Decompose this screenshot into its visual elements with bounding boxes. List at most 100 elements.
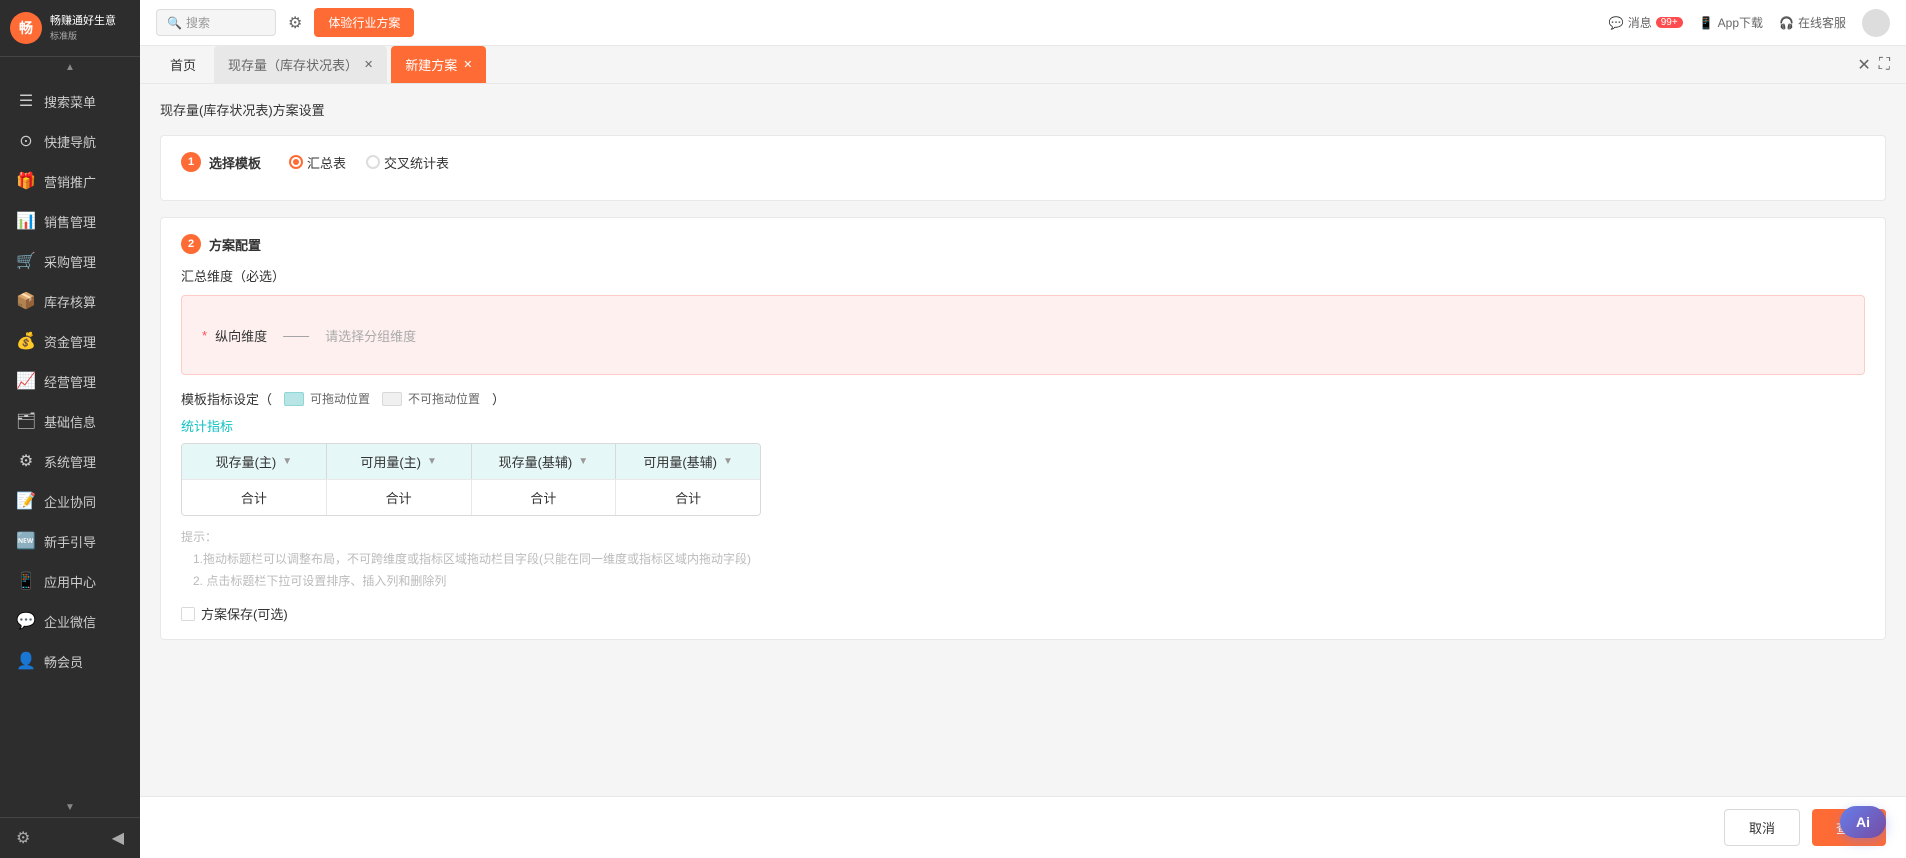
page-title: 现存量(库存状况表)方案设置 [160,100,1886,119]
sidebar-item-search[interactable]: ☰ 搜索菜单 [0,81,140,121]
cancel-button[interactable]: 取消 [1724,809,1800,846]
app-icon: 📱 [1699,16,1714,30]
tab-home[interactable]: 首页 [156,46,210,83]
sidebar: 畅 畅赚通好生意 标准版 ▲ ☰ 搜索菜单 ⊙ 快捷导航 🎁 营销推广 📊 销售… [0,0,140,858]
sidebar-item-shortcut[interactable]: ⊙ 快捷导航 [0,121,140,161]
marketing-icon: 🎁 [16,171,36,191]
service-icon: 🎧 [1779,16,1794,30]
sidebar-scroll-up[interactable]: ▲ [0,57,140,77]
sidebar-item-inventory[interactable]: 📦 库存核算 [0,281,140,321]
dimension-box[interactable]: * 纵向维度 —— 请选择分组维度 [181,295,1865,375]
section1-header: 1 选择模板 汇总表 交叉统计表 [181,152,1865,172]
sidebar-item-finance[interactable]: 💰 资金管理 [0,321,140,361]
trial-button[interactable]: 体验行业方案 [314,8,414,37]
settings-icon[interactable]: ⚙ [16,828,30,848]
finance-icon: 💰 [16,331,36,351]
sidebar-nav: ☰ 搜索菜单 ⊙ 快捷导航 🎁 营销推广 📊 销售管理 🛒 采购管理 📦 库存核… [0,77,140,797]
panel-close-button[interactable]: ✕ [1857,55,1870,75]
stats-cell-cur-aux: 合计 [472,480,617,515]
stats-cell-avail-aux: 合计 [616,480,760,515]
search-box[interactable]: 🔍 搜索 [156,9,276,36]
save-scheme-label: 方案保存(可选) [201,604,288,623]
sidebar-item-purchase[interactable]: 🛒 采购管理 [0,241,140,281]
sidebar-item-member[interactable]: 👤 畅会员 [0,641,140,681]
sidebar-footer: ⚙ ◀ [0,817,140,858]
member-icon: 👤 [16,651,36,671]
sidebar-item-operations[interactable]: 📈 经营管理 [0,361,140,401]
enterprise-icon: 📝 [16,491,36,511]
tips-box: 提示： 1.拖动标题栏可以调整布局，不可跨维度或指标区域拖动栏目字段(只能在同一… [181,528,1865,592]
topbar-gear-icon[interactable]: ⚙ [288,13,302,33]
section2-title: 方案配置 [209,235,261,254]
stats-col-cur-main[interactable]: 现存量(主) ▼ [182,444,327,479]
dim-section-label: 汇总维度（必选） [181,266,1865,285]
radio-summary-label: 汇总表 [307,153,346,172]
topbar: 🔍 搜索 ⚙ 体验行业方案 💬 消息 99+ 📱 App下载 🎧 在线客服 [140,0,1906,46]
inventory-icon: 📦 [16,291,36,311]
user-avatar[interactable] [1862,9,1890,37]
tab-inventory-status[interactable]: 现存量（库存状况表） ✕ [214,46,387,83]
dim-dash: —— [283,328,309,343]
legend-fixed-box [382,392,402,406]
sidebar-logo: 畅 畅赚通好生意 标准版 [0,0,140,57]
radio-cross[interactable]: 交叉统计表 [366,153,449,172]
stats-body-row: 合计 合计 合计 合计 [182,479,760,515]
section1-title: 选择模板 [209,153,261,172]
message-button[interactable]: 💬 消息 99+ [1609,14,1683,31]
stats-col-cur-aux[interactable]: 现存量(基辅) ▼ [472,444,617,479]
bottom-bar: 取消 查询 [140,796,1906,858]
tips-title: 提示： [181,528,1865,545]
legend-fixed: 不可拖动位置 [382,390,480,407]
sidebar-scroll-down[interactable]: ▼ [0,797,140,817]
sidebar-item-newguide[interactable]: 🆕 新手引导 [0,521,140,561]
dim-placeholder: 请选择分组维度 [325,326,416,345]
app-download-button[interactable]: 📱 App下载 [1699,14,1763,31]
tab-inventory-status-close[interactable]: ✕ [364,58,373,71]
indicators-label-close: ） [492,389,505,408]
save-scheme-checkbox[interactable] [181,607,195,621]
appcenter-icon: 📱 [16,571,36,591]
search-icon: 🔍 [167,16,182,30]
sidebar-item-sales[interactable]: 📊 销售管理 [0,201,140,241]
stats-col-avail-main[interactable]: 可用量(主) ▼ [327,444,472,479]
tab-new-scheme[interactable]: 新建方案 ✕ [391,46,486,83]
search-placeholder: 搜索 [186,14,210,31]
sidebar-item-appcenter[interactable]: 📱 应用中心 [0,561,140,601]
tips-item-1: 1.拖动标题栏可以调整布局，不可跨维度或指标区域拖动栏目字段(只能在同一维度或指… [193,549,1865,571]
sidebar-item-system[interactable]: ⚙ 系统管理 [0,441,140,481]
purchase-icon: 🛒 [16,251,36,271]
logo-icon: 畅 [10,12,42,44]
col-avail-main-chevron: ▼ [427,456,437,467]
panel-expand-button[interactable]: ⛶ [1879,55,1890,75]
stats-cell-cur-main: 合计 [182,480,327,515]
topbar-right: 💬 消息 99+ 📱 App下载 🎧 在线客服 [1609,9,1890,37]
search-menu-icon: ☰ [16,91,36,111]
message-icon: 💬 [1609,16,1624,30]
section2-header: 2 方案配置 [181,234,1865,254]
logo-badge: 标准版 [50,29,116,42]
radio-summary-circle [289,155,303,169]
radio-summary[interactable]: 汇总表 [289,153,346,172]
indicators-label-text: 模板指标设定（ [181,389,272,408]
required-mark: * [202,328,207,343]
message-badge: 99+ [1656,17,1683,28]
operations-icon: 📈 [16,371,36,391]
online-service-button[interactable]: 🎧 在线客服 [1779,14,1846,31]
dimension-content: * 纵向维度 —— 请选择分组维度 [202,326,416,345]
sidebar-item-basic[interactable]: 🗂 基础信息 [0,401,140,441]
logo-name: 畅赚通好生意 [50,14,116,28]
section2-num: 2 [181,234,201,254]
stats-table: 现存量(主) ▼ 可用量(主) ▼ 现存量(基辅) ▼ 可用量(基辅) ▼ [181,443,761,516]
col-cur-aux-chevron: ▼ [578,456,588,467]
sidebar-item-marketing[interactable]: 🎁 营销推广 [0,161,140,201]
stats-col-avail-aux[interactable]: 可用量(基辅) ▼ [616,444,760,479]
collapse-icon[interactable]: ◀ [112,828,124,848]
sidebar-item-weixin[interactable]: 💬 企业微信 [0,601,140,641]
section-scheme-config: 2 方案配置 汇总维度（必选） * 纵向维度 —— 请选择分组维度 模板指标设定… [160,217,1886,640]
tab-new-scheme-close[interactable]: ✕ [463,58,472,71]
stats-label: 统计指标 [181,416,1865,435]
ai-fab-button[interactable]: Ai [1840,806,1886,838]
weixin-icon: 💬 [16,611,36,631]
section1-num: 1 [181,152,201,172]
sidebar-item-enterprise[interactable]: 📝 企业协同 [0,481,140,521]
